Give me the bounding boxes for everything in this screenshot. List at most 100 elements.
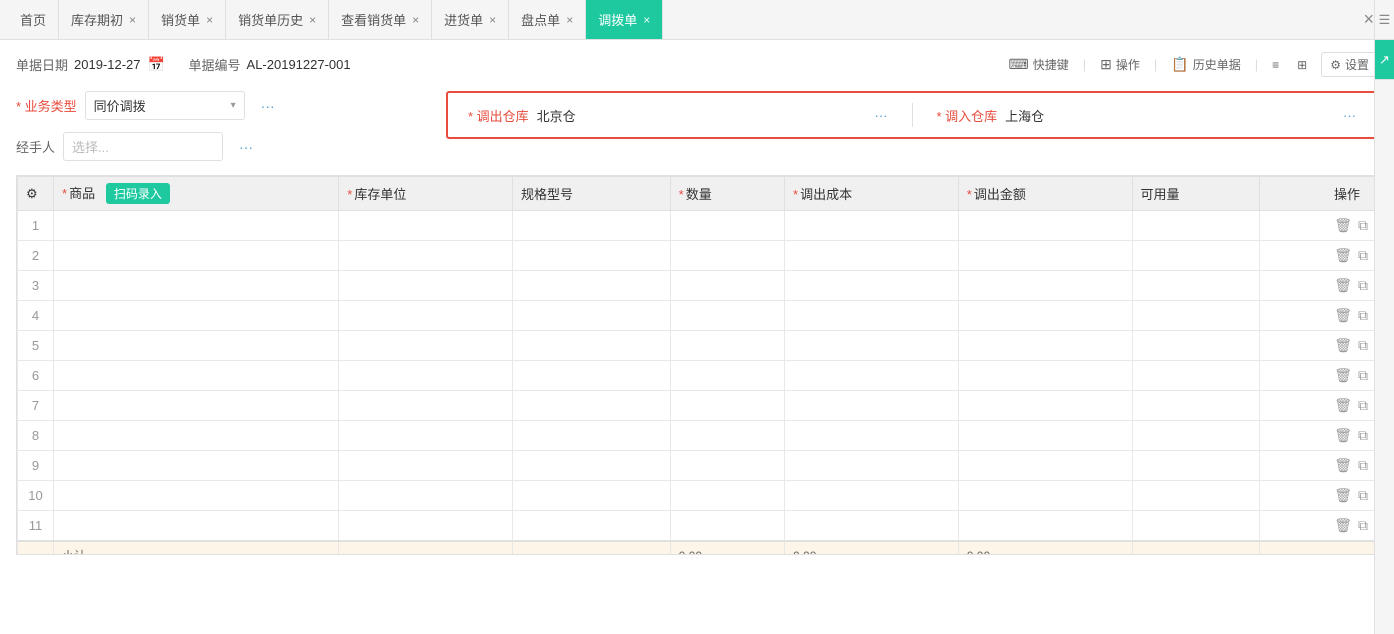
row-qty[interactable] <box>670 271 784 301</box>
copy-icon[interactable]: ⧉ <box>1358 217 1368 234</box>
row-available[interactable] <box>1132 271 1260 301</box>
row-qty[interactable] <box>670 511 784 541</box>
delete-icon[interactable]: 🗑 <box>1334 517 1352 534</box>
copy-icon[interactable]: ⧉ <box>1358 427 1368 444</box>
tab-inventory-init[interactable]: 库存期初 × <box>59 0 149 39</box>
shortcut-button[interactable]: ⌨ 快捷键 <box>1005 54 1073 75</box>
copy-icon[interactable]: ⧉ <box>1358 367 1368 384</box>
row-amount[interactable] <box>958 481 1132 511</box>
row-product[interactable] <box>54 391 339 421</box>
tab-sales-history-close[interactable]: × <box>309 13 316 27</box>
row-available[interactable] <box>1132 391 1260 421</box>
th-gear[interactable]: ⚙ <box>18 177 54 211</box>
row-cost[interactable] <box>785 301 959 331</box>
delete-icon[interactable]: 🗑 <box>1334 367 1352 384</box>
row-cost[interactable] <box>785 451 959 481</box>
delete-icon[interactable]: 🗑 <box>1334 247 1352 264</box>
row-qty[interactable] <box>670 241 784 271</box>
row-product[interactable] <box>54 361 339 391</box>
row-available[interactable] <box>1132 511 1260 541</box>
row-cost[interactable] <box>785 481 959 511</box>
row-spec[interactable] <box>513 331 671 361</box>
row-unit[interactable] <box>339 211 513 241</box>
tab-purchase-close[interactable]: × <box>489 13 496 27</box>
row-amount[interactable] <box>958 271 1132 301</box>
tab-sales-history[interactable]: 销货单历史 × <box>226 0 329 39</box>
copy-icon[interactable]: ⧉ <box>1358 487 1368 504</box>
row-product[interactable] <box>54 211 339 241</box>
tab-transfer-close[interactable]: × <box>643 13 650 27</box>
row-available[interactable] <box>1132 241 1260 271</box>
row-unit[interactable] <box>339 391 513 421</box>
row-unit[interactable] <box>339 481 513 511</box>
layout2-button[interactable]: ⊞ <box>1293 56 1311 74</box>
row-available[interactable] <box>1132 421 1260 451</box>
row-cost[interactable] <box>785 241 959 271</box>
row-unit[interactable] <box>339 271 513 301</box>
delete-icon[interactable]: 🗑 <box>1334 397 1352 414</box>
warehouse-in-more[interactable]: ··· <box>1343 108 1356 123</box>
copy-icon[interactable]: ⧉ <box>1358 397 1368 414</box>
delete-icon[interactable]: 🗑 <box>1334 307 1352 324</box>
row-spec[interactable] <box>513 271 671 301</box>
tab-purchase[interactable]: 进货单 × <box>432 0 509 39</box>
row-spec[interactable] <box>513 511 671 541</box>
row-spec[interactable] <box>513 451 671 481</box>
row-spec[interactable] <box>513 211 671 241</box>
row-qty[interactable] <box>670 361 784 391</box>
tab-transfer[interactable]: 调拨单 × <box>586 0 663 39</box>
row-cost[interactable] <box>785 391 959 421</box>
row-unit[interactable] <box>339 511 513 541</box>
row-unit[interactable] <box>339 361 513 391</box>
row-amount[interactable] <box>958 301 1132 331</box>
row-qty[interactable] <box>670 331 784 361</box>
row-cost[interactable] <box>785 511 959 541</box>
copy-icon[interactable]: ⧉ <box>1358 457 1368 474</box>
row-amount[interactable] <box>958 211 1132 241</box>
row-spec[interactable] <box>513 361 671 391</box>
row-amount[interactable] <box>958 361 1132 391</box>
tab-inventory-check-close[interactable]: × <box>566 13 573 27</box>
row-product[interactable] <box>54 421 339 451</box>
copy-icon[interactable]: ⧉ <box>1358 307 1368 324</box>
row-qty[interactable] <box>670 211 784 241</box>
business-type-more[interactable]: ··· <box>261 98 275 114</box>
delete-icon[interactable]: 🗑 <box>1334 457 1352 474</box>
tab-sales-order-close[interactable]: × <box>206 13 213 27</box>
history-button[interactable]: 📋 历史单据 <box>1167 54 1244 75</box>
row-unit[interactable] <box>339 241 513 271</box>
row-product[interactable] <box>54 481 339 511</box>
row-available[interactable] <box>1132 451 1260 481</box>
business-type-select[interactable]: 同价调拨 ▾ <box>85 91 245 120</box>
tab-view-sales[interactable]: 查看销货单 × <box>329 0 432 39</box>
delete-icon[interactable]: 🗑 <box>1334 217 1352 234</box>
layout1-button[interactable]: ≡ <box>1268 56 1283 74</box>
row-available[interactable] <box>1132 331 1260 361</box>
row-product[interactable] <box>54 511 339 541</box>
row-cost[interactable] <box>785 211 959 241</box>
row-spec[interactable] <box>513 481 671 511</box>
sidebar-list-icon[interactable]: ☰ <box>1375 0 1394 40</box>
copy-icon[interactable]: ⧉ <box>1358 337 1368 354</box>
row-product[interactable] <box>54 241 339 271</box>
tab-sales-order[interactable]: 销货单 × <box>149 0 226 39</box>
delete-icon[interactable]: 🗑 <box>1334 427 1352 444</box>
row-unit[interactable] <box>339 301 513 331</box>
tab-view-sales-close[interactable]: × <box>412 13 419 27</box>
row-cost[interactable] <box>785 331 959 361</box>
row-available[interactable] <box>1132 481 1260 511</box>
handler-more[interactable]: ··· <box>239 139 253 155</box>
row-qty[interactable] <box>670 451 784 481</box>
row-available[interactable] <box>1132 361 1260 391</box>
row-qty[interactable] <box>670 301 784 331</box>
row-spec[interactable] <box>513 301 671 331</box>
tab-inventory-init-close[interactable]: × <box>129 13 136 27</box>
sidebar-external-icon[interactable]: ↗ <box>1375 40 1394 80</box>
settings-button[interactable]: ⚙ 设置 <box>1321 52 1378 77</box>
row-amount[interactable] <box>958 421 1132 451</box>
row-product[interactable] <box>54 331 339 361</box>
row-amount[interactable] <box>958 511 1132 541</box>
row-cost[interactable] <box>785 421 959 451</box>
row-amount[interactable] <box>958 451 1132 481</box>
row-cost[interactable] <box>785 271 959 301</box>
